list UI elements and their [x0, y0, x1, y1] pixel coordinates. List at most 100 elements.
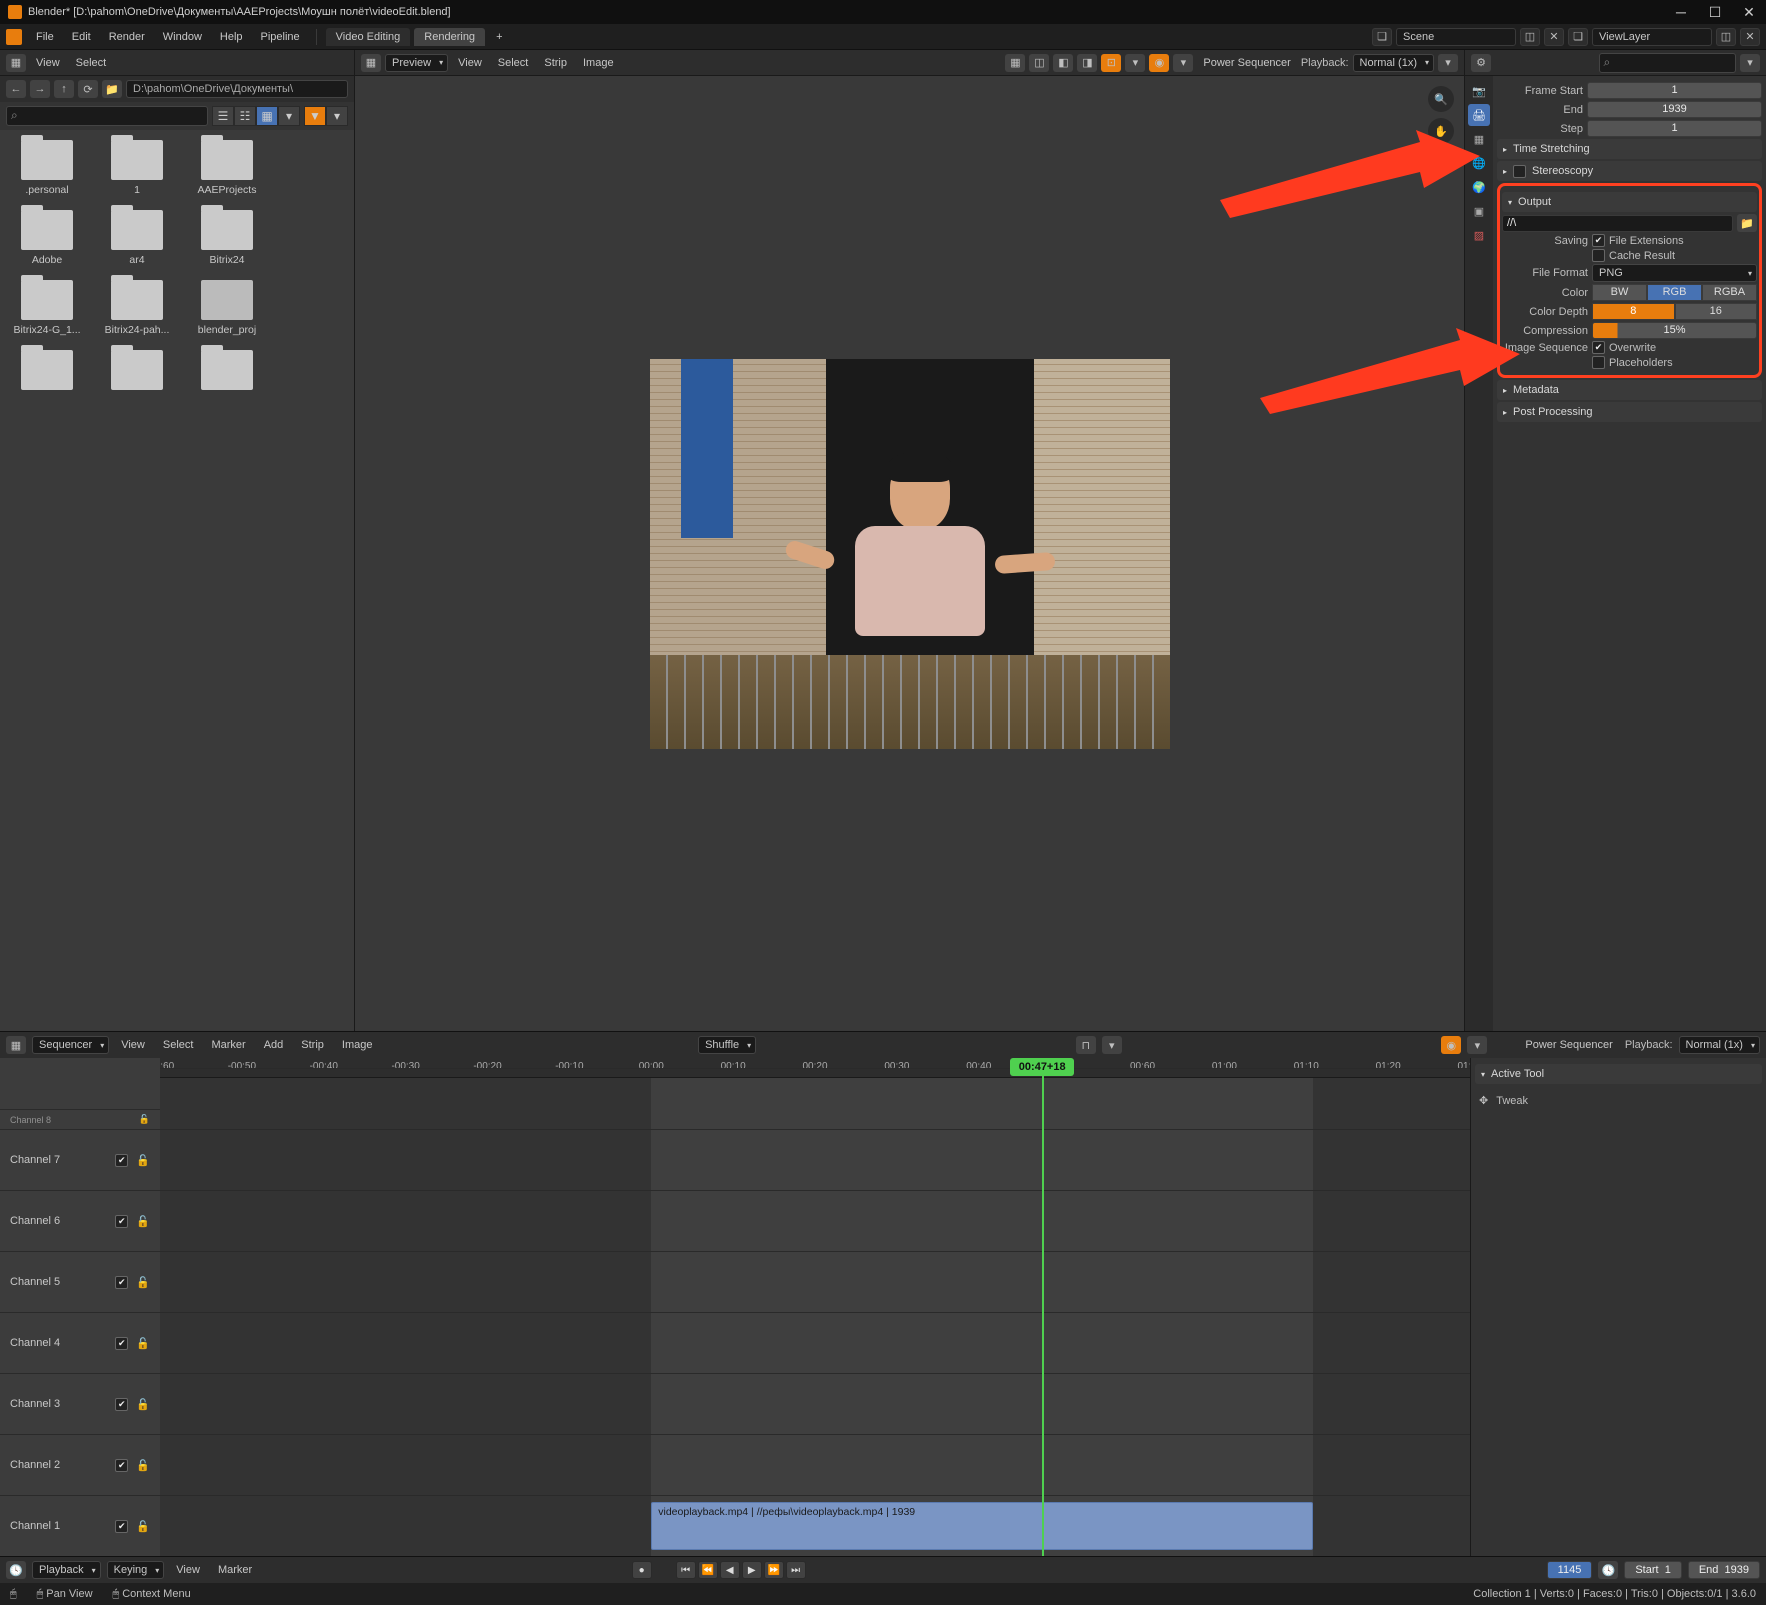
- maximize-button[interactable]: ☐: [1706, 5, 1724, 19]
- play-icon[interactable]: ▶: [742, 1561, 762, 1579]
- seq-mode-dropdown[interactable]: Sequencer: [32, 1036, 109, 1054]
- seq-overlay-dd-icon[interactable]: ▾: [1467, 1036, 1487, 1054]
- seq-overlap-dropdown[interactable]: Shuffle: [698, 1036, 756, 1054]
- fb-menu-view[interactable]: View: [30, 55, 66, 71]
- panel-post-processing[interactable]: ▸Post Processing: [1497, 402, 1762, 422]
- seq-menu-image[interactable]: Image: [336, 1037, 379, 1053]
- chan-mute-checkbox[interactable]: [115, 1398, 128, 1411]
- chan-lock-icon[interactable]: 🔓: [136, 1398, 150, 1411]
- ptab-world-icon[interactable]: 🌍: [1468, 176, 1490, 198]
- panel-time-stretching[interactable]: ▸Time Stretching: [1497, 139, 1762, 159]
- channel-row[interactable]: Channel 2🔓: [0, 1434, 160, 1495]
- ptab-render-icon[interactable]: 📷: [1468, 80, 1490, 102]
- cache-checkbox[interactable]: [1592, 249, 1605, 262]
- fb-search-input[interactable]: [6, 106, 208, 126]
- track-row[interactable]: [160, 1190, 1470, 1251]
- tl-editor-type-icon[interactable]: 🕓: [6, 1561, 26, 1579]
- preview-btn3-icon[interactable]: ◧: [1053, 54, 1073, 72]
- fb-filter-icon[interactable]: ▼: [304, 106, 326, 126]
- keyframe-prev-icon[interactable]: ⏪: [698, 1561, 718, 1579]
- preview-menu-select[interactable]: Select: [492, 55, 535, 71]
- seq-editor-type-icon[interactable]: ▦: [6, 1036, 26, 1054]
- play-reverse-icon[interactable]: ◀: [720, 1561, 740, 1579]
- track-row[interactable]: [160, 1373, 1470, 1434]
- preview-overlay-icon[interactable]: ⊡: [1101, 54, 1121, 72]
- seq-snap-icon[interactable]: ⊓: [1076, 1036, 1096, 1054]
- fb-item[interactable]: ar4: [94, 210, 180, 266]
- chan-mute-checkbox[interactable]: [115, 1276, 128, 1289]
- channel-row[interactable]: Channel 5🔓: [0, 1251, 160, 1312]
- preview-gizmo-icon[interactable]: ◉: [1149, 54, 1169, 72]
- fb-content-area[interactable]: .personal 1 AAEProjects Adobe ar4 Bitrix…: [0, 130, 354, 1031]
- viewlayer-delete-icon[interactable]: ✕: [1740, 28, 1760, 46]
- preview-editor-type-icon[interactable]: ▦: [361, 54, 381, 72]
- seq-overlay-icon[interactable]: ◉: [1441, 1036, 1461, 1054]
- current-frame-field[interactable]: 1145: [1547, 1561, 1593, 1579]
- chan-mute-checkbox[interactable]: [115, 1215, 128, 1228]
- output-path-input[interactable]: [1502, 215, 1733, 232]
- fb-back-icon[interactable]: ←: [6, 80, 26, 98]
- preview-options-icon[interactable]: ▾: [1438, 54, 1458, 72]
- chan-lock-icon[interactable]: 🔓: [136, 1337, 150, 1350]
- menu-window[interactable]: Window: [155, 28, 210, 46]
- jump-end-icon[interactable]: ⏭: [786, 1561, 806, 1579]
- fb-item[interactable]: Bitrix24-G_1...: [4, 280, 90, 336]
- tl-playback-dropdown[interactable]: Playback: [32, 1561, 101, 1579]
- workspace-rendering[interactable]: Rendering: [414, 28, 485, 46]
- chan-mute-checkbox[interactable]: [115, 1337, 128, 1350]
- props-search-input[interactable]: [1599, 53, 1737, 73]
- fb-item[interactable]: blender_proj: [184, 280, 270, 336]
- ptab-viewlayer-icon[interactable]: ▦: [1468, 128, 1490, 150]
- fb-item[interactable]: .personal: [4, 140, 90, 196]
- fb-filter-settings-icon[interactable]: ▾: [326, 106, 348, 126]
- fb-view-grid-icon[interactable]: ▦: [256, 106, 278, 126]
- fb-up-icon[interactable]: ↑: [54, 80, 74, 98]
- channel-row[interactable]: Channel 6🔓: [0, 1190, 160, 1251]
- channel-row[interactable]: Channel 1🔓: [0, 1495, 160, 1556]
- menu-render[interactable]: Render: [101, 28, 153, 46]
- fb-item[interactable]: [4, 350, 90, 394]
- panel-output[interactable]: ▾Output: [1502, 192, 1757, 212]
- track-row[interactable]: [160, 1068, 1470, 1129]
- preview-mode-dropdown[interactable]: Preview: [385, 54, 448, 72]
- preview-menu-view[interactable]: View: [452, 55, 488, 71]
- fb-item[interactable]: AAEProjects: [184, 140, 270, 196]
- props-options-icon[interactable]: ▾: [1740, 54, 1760, 72]
- tl-menu-view[interactable]: View: [170, 1562, 206, 1578]
- ptab-output-icon[interactable]: 🖨: [1468, 104, 1490, 126]
- color-bw[interactable]: BW: [1592, 284, 1647, 301]
- channel-row[interactable]: Channel 8🔓: [0, 1109, 160, 1129]
- menu-pipeline[interactable]: Pipeline: [253, 28, 308, 46]
- zoom-gizmo-icon[interactable]: 🔍: [1428, 86, 1454, 112]
- color-mode-toggle[interactable]: BW RGB RGBA: [1592, 284, 1757, 301]
- fb-view-list-icon[interactable]: ☰: [212, 106, 234, 126]
- seq-menu-select[interactable]: Select: [157, 1037, 200, 1053]
- editor-type-icon[interactable]: ▦: [6, 54, 26, 72]
- chan-lock-icon[interactable]: 🔓: [136, 1215, 150, 1228]
- output-path-browse-icon[interactable]: 📁: [1737, 214, 1757, 232]
- chan-lock-icon[interactable]: 🔓: [139, 1114, 150, 1125]
- preview-menu-image[interactable]: Image: [577, 55, 620, 71]
- chan-mute-checkbox[interactable]: [115, 1154, 128, 1167]
- viewlayer-browse-icon[interactable]: ❏: [1568, 28, 1588, 46]
- preview-btn4-icon[interactable]: ◨: [1077, 54, 1097, 72]
- app-icon[interactable]: [6, 29, 22, 45]
- preview-overlay-dd-icon[interactable]: ▾: [1125, 54, 1145, 72]
- tl-keying-dropdown[interactable]: Keying: [107, 1561, 165, 1579]
- color-rgb[interactable]: RGB: [1647, 284, 1702, 301]
- fb-item[interactable]: [94, 350, 180, 394]
- menu-file[interactable]: File: [28, 28, 62, 46]
- fb-item[interactable]: Adobe: [4, 210, 90, 266]
- chan-mute-checkbox[interactable]: [115, 1520, 128, 1533]
- channel-row[interactable]: Channel 3🔓: [0, 1373, 160, 1434]
- ptab-texture-icon[interactable]: ▨: [1468, 224, 1490, 246]
- stereo-checkbox[interactable]: [1513, 165, 1526, 178]
- track-row[interactable]: [160, 1312, 1470, 1373]
- fb-item[interactable]: Bitrix24: [184, 210, 270, 266]
- scene-delete-icon[interactable]: ✕: [1544, 28, 1564, 46]
- tl-menu-marker[interactable]: Marker: [212, 1562, 258, 1578]
- pan-gizmo-icon[interactable]: ✋: [1428, 118, 1454, 144]
- track-row[interactable]: [160, 1434, 1470, 1495]
- depth-8[interactable]: 8: [1592, 303, 1675, 320]
- fb-view-settings-icon[interactable]: ▾: [278, 106, 300, 126]
